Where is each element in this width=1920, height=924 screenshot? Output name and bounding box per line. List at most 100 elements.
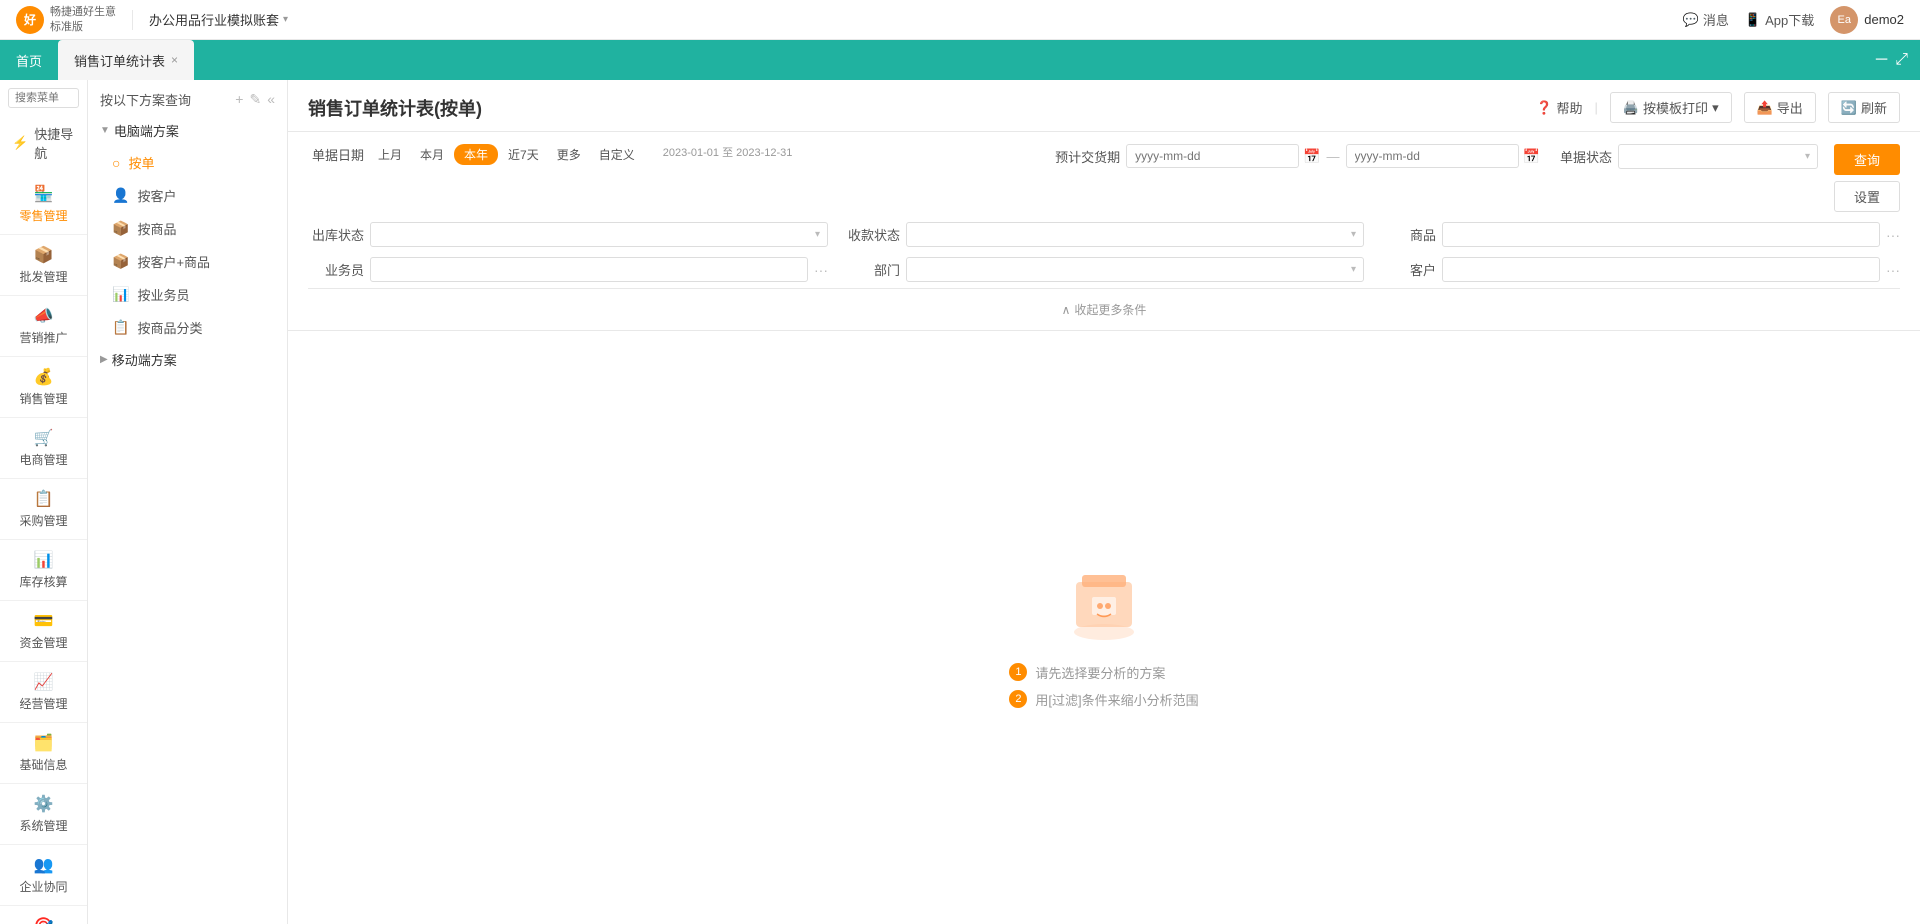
salesperson-input[interactable] — [370, 257, 808, 282]
workspace-arrow: ▾ — [283, 14, 288, 25]
tab-maximize-icon[interactable]: ⤢ — [1895, 51, 1908, 69]
message-button[interactable]: 💬 消息 — [1683, 10, 1729, 29]
scheme-item-by-category[interactable]: 📋 按商品分类 — [88, 311, 287, 344]
customer-input[interactable] — [1442, 257, 1880, 282]
scheme-item-by-goods[interactable]: 📦 按商品 — [88, 212, 287, 245]
scheme-item-by-customer[interactable]: 👤 按客户 — [88, 179, 287, 212]
sidebar-item-sales[interactable]: 💰 销售管理 — [0, 357, 87, 418]
by-salesperson-icon: 📊 — [112, 286, 129, 303]
shortcut-this-year[interactable]: 本年 — [454, 144, 498, 165]
dept-select-wrap: ▾ — [906, 257, 1364, 282]
salesperson-more-icon[interactable]: ··· — [814, 262, 828, 278]
empty-state: 1 请先选择要分析的方案 2 用[过滤]条件来缩小分析范围 — [288, 331, 1920, 924]
help-icon: ❓ — [1536, 100, 1552, 116]
shortcut-more[interactable]: 更多 — [549, 144, 589, 165]
sidebar: ⚡ 快捷导航 🏪 零售管理 📦 批发管理 📣 营销推广 💰 销售管理 🛒 电商管… — [0, 80, 88, 924]
shortcut-custom[interactable]: 自定义 — [591, 144, 643, 165]
customer-more-icon[interactable]: ··· — [1886, 262, 1900, 278]
goods-input[interactable] — [1442, 222, 1880, 247]
ship-status-group: 出库状态 ▾ — [308, 222, 828, 247]
calendar-from-icon[interactable]: 📅 — [1303, 148, 1320, 165]
tabbar-right-buttons: ─ ⤢ — [1876, 51, 1908, 69]
sidebar-item-collab[interactable]: 👥 企业协同 — [0, 845, 87, 906]
date-from-input[interactable] — [1126, 144, 1299, 168]
sidebar-item-marketing[interactable]: 📣 营销推广 — [0, 296, 87, 357]
refresh-button[interactable]: 🔄 刷新 — [1828, 92, 1900, 123]
status-label: 单据状态 — [1556, 147, 1612, 166]
scheme-group-mobile-header[interactable]: ▶ 移动端方案 — [88, 344, 287, 375]
shortcut-7days[interactable]: 近7天 — [500, 144, 547, 165]
content-area: 按以下方案查询 + ✎ « ▼ 电脑端方案 ○ 按单 👤 按客户 — [88, 80, 1920, 924]
collab-icon: 👥 — [34, 855, 54, 875]
ship-status-select[interactable] — [370, 222, 828, 247]
shortcut-last-month[interactable]: 上月 — [370, 144, 410, 165]
date-to-wrap: 📅 — [1346, 144, 1540, 168]
tab-sales-order-stats[interactable]: 销售订单统计表 × — [58, 40, 194, 80]
customer-label: 客户 — [1380, 260, 1436, 279]
scheme-group-pc-header[interactable]: ▼ 电脑端方案 — [88, 115, 287, 146]
hint-num-2: 2 — [1009, 690, 1027, 708]
tab-close-icon[interactable]: × — [171, 53, 178, 67]
export-button[interactable]: 📤 导出 — [1744, 92, 1816, 123]
scheme-add-icon[interactable]: + — [235, 91, 243, 108]
sidebar-item-inventory[interactable]: 📊 库存核算 — [0, 540, 87, 601]
by-category-icon: 📋 — [112, 319, 129, 336]
date-range-text: 2023-01-01 至 2023-12-31 — [663, 144, 793, 160]
by-customer-label: 按客户 — [137, 186, 176, 205]
logo-text: 畅捷通好生意 标准版 — [50, 5, 116, 34]
business-icon: 📈 — [34, 672, 54, 692]
print-button[interactable]: 🖨️ 按模板打印 ▾ — [1610, 92, 1732, 123]
app-download-button[interactable]: 📱 App下载 — [1745, 10, 1814, 29]
dept-select[interactable] — [906, 257, 1364, 282]
sidebar-item-wholesale[interactable]: 📦 批发管理 — [0, 235, 87, 296]
message-icon: 💬 — [1683, 12, 1699, 28]
help-button[interactable]: ❓ 帮助 — [1536, 98, 1582, 117]
tabbar: 首页 销售订单统计表 × ─ ⤢ — [0, 40, 1920, 80]
payment-status-select[interactable] — [906, 222, 1364, 247]
by-order-icon: ○ — [112, 155, 120, 171]
tab-minimize-icon[interactable]: ─ — [1876, 51, 1887, 69]
sidebar-item-business[interactable]: 📈 经营管理 — [0, 662, 87, 723]
sidebar-item-newbie[interactable]: 🎯 新手引导 — [0, 906, 87, 924]
tab-home[interactable]: 首页 — [0, 40, 58, 80]
search-input[interactable] — [8, 88, 79, 108]
workspace-selector[interactable]: 办公用品行业模拟账套 ▾ — [149, 10, 288, 29]
calendar-to-icon[interactable]: 📅 — [1523, 148, 1540, 165]
settings-button[interactable]: 设置 — [1834, 181, 1900, 212]
sidebar-item-quick-nav[interactable]: ⚡ 快捷导航 — [0, 116, 87, 170]
payment-select-wrap: ▾ — [906, 222, 1364, 247]
sidebar-item-purchase[interactable]: 📋 采购管理 — [0, 479, 87, 540]
user-menu[interactable]: Ea demo2 — [1830, 6, 1904, 34]
purchase-icon: 📋 — [34, 489, 54, 509]
scheme-collapse-icon[interactable]: « — [267, 91, 275, 108]
by-salesperson-label: 按业务员 — [137, 285, 189, 304]
shortcut-this-month[interactable]: 本月 — [412, 144, 452, 165]
date-filter-group: 单据日期 上月 本月 本年 近7天 更多 自定义 — [308, 144, 643, 165]
query-button[interactable]: 查询 — [1834, 144, 1900, 175]
page-title: 销售订单统计表(按单) — [308, 95, 482, 121]
by-cust-goods-label: 按客户+商品 — [137, 252, 210, 271]
status-select[interactable] — [1618, 144, 1818, 169]
action-btns: 查询 设置 — [1834, 144, 1900, 212]
sidebar-item-ecommerce[interactable]: 🛒 电商管理 — [0, 418, 87, 479]
sidebar-item-finance[interactable]: 💳 资金管理 — [0, 601, 87, 662]
sidebar-item-system[interactable]: ⚙️ 系统管理 — [0, 784, 87, 845]
goods-more-icon[interactable]: ··· — [1886, 227, 1900, 243]
hint-text-1: 请先选择要分析的方案 — [1035, 663, 1165, 682]
scheme-group-mobile-label: 移动端方案 — [112, 350, 177, 369]
scheme-edit-icon[interactable]: ✎ — [249, 91, 261, 108]
sidebar-item-basic[interactable]: 🗂️ 基础信息 — [0, 723, 87, 784]
by-goods-icon: 📦 — [112, 220, 129, 237]
scheme-item-by-salesperson[interactable]: 📊 按业务员 — [88, 278, 287, 311]
empty-hints: 1 请先选择要分析的方案 2 用[过滤]条件来缩小分析范围 — [1009, 663, 1198, 709]
sidebar-item-retail[interactable]: 🏪 零售管理 — [0, 174, 87, 235]
avatar: Ea — [1830, 6, 1858, 34]
date-to-input[interactable] — [1346, 144, 1519, 168]
date-label: 单据日期 — [308, 145, 364, 164]
scheme-item-by-order[interactable]: ○ 按单 — [88, 146, 287, 179]
dept-label: 部门 — [844, 260, 900, 279]
collapse-button[interactable]: ∧ 收起更多条件 — [308, 295, 1900, 324]
date-shortcuts: 上月 本月 本年 近7天 更多 自定义 — [370, 144, 643, 165]
user-name: demo2 — [1864, 12, 1904, 27]
scheme-item-by-cust-goods[interactable]: 📦 按客户+商品 — [88, 245, 287, 278]
